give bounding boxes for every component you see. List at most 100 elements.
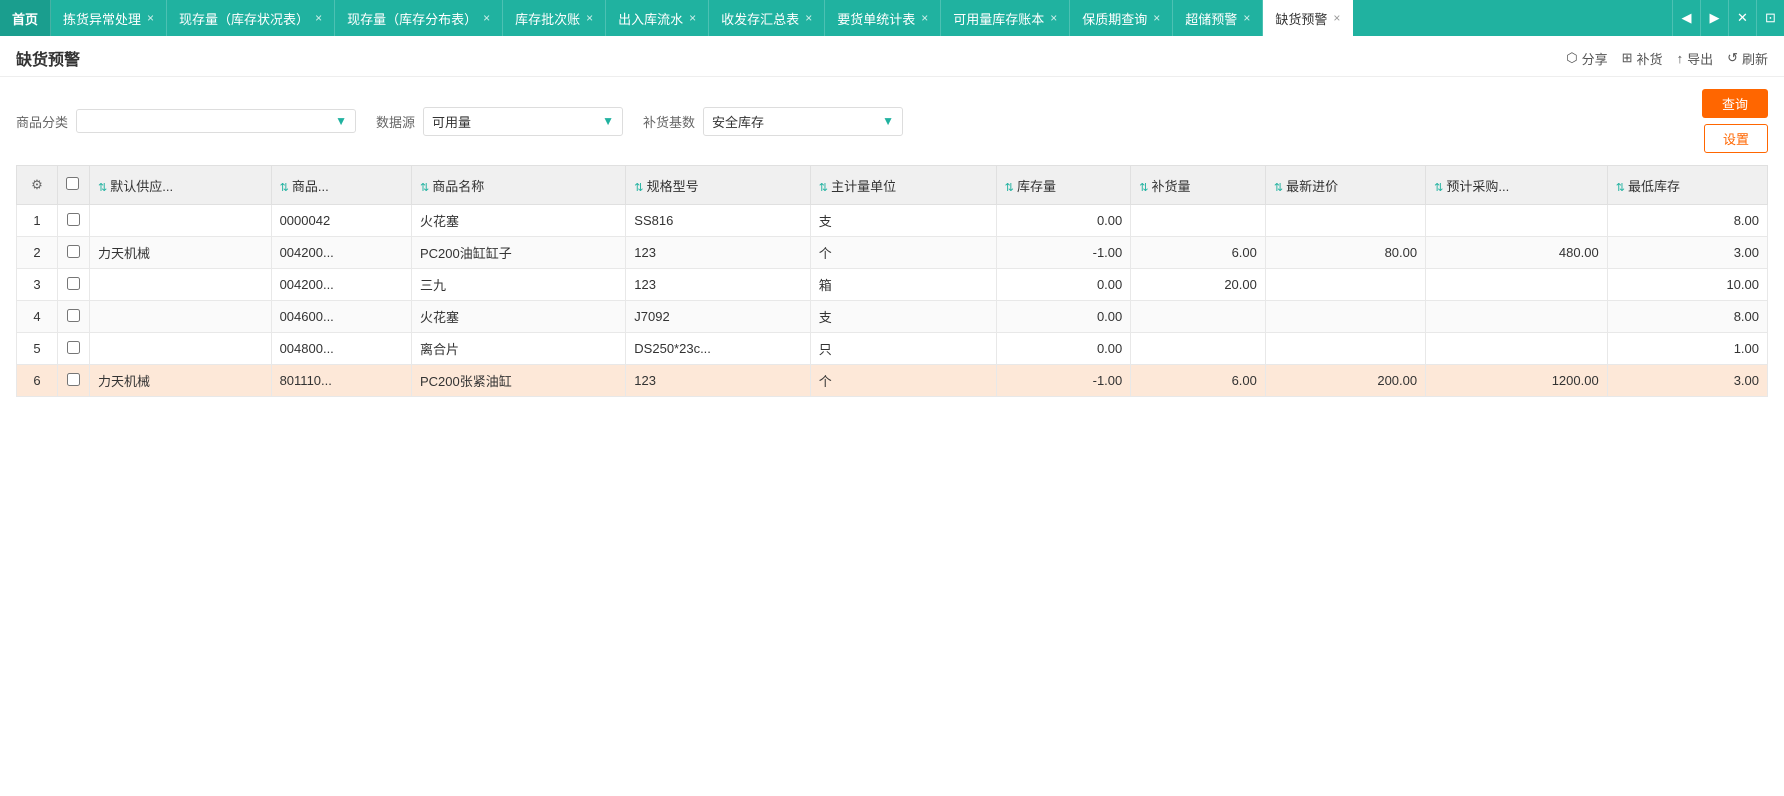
tab-3-close[interactable]: × <box>483 11 490 25</box>
tab-5-close[interactable]: × <box>689 11 696 25</box>
row-checkbox-cell[interactable] <box>58 269 90 301</box>
tab-2-label: 现存量（库存状况表） <box>179 9 309 28</box>
tab-close-all-btn[interactable]: ⊡ <box>1756 0 1784 36</box>
col-supplier-label: 默认供应... <box>110 179 173 194</box>
tab-2-close[interactable]: × <box>315 11 322 25</box>
row-supplier: 力天机械 <box>90 365 272 397</box>
row-stock: 0.00 <box>996 301 1131 333</box>
main-content: 缺货预警 ⬡ 分享 ⊞ 补货 ↑ 导出 ↺ 刷新 商品分类 <box>0 36 1784 796</box>
datasource-value: 可用量 <box>432 112 471 131</box>
select-all-checkbox[interactable] <box>66 177 79 190</box>
tab-9-label: 保质期查询 <box>1082 9 1147 28</box>
row-checkbox[interactable] <box>67 245 80 258</box>
row-checkbox[interactable] <box>67 341 80 354</box>
row-checkbox-cell[interactable] <box>58 205 90 237</box>
tab-2[interactable]: 现存量（库存状况表） × <box>167 0 335 36</box>
col-product-name-label: 商品名称 <box>432 179 484 194</box>
row-product-code: 0000042 <box>271 205 411 237</box>
tab-5[interactable]: 出入库流水 × <box>606 0 709 36</box>
row-product-name: 三九 <box>411 269 625 301</box>
row-index: 3 <box>17 269 58 301</box>
tab-4-close[interactable]: × <box>586 11 593 25</box>
row-stock: -1.00 <box>996 365 1131 397</box>
tab-10-label: 超储预警 <box>1185 9 1237 28</box>
col-supplier: ⇅ 默认供应... <box>90 166 272 205</box>
row-checkbox-cell[interactable] <box>58 333 90 365</box>
refresh-label: 刷新 <box>1742 49 1768 68</box>
tab-3-label: 现存量（库存分布表） <box>347 9 477 28</box>
col-unit-label: 主计量单位 <box>831 179 896 194</box>
row-supplier <box>90 269 272 301</box>
tab-10-close[interactable]: × <box>1243 11 1250 25</box>
replenish-base-label: 补货基数 <box>643 112 695 131</box>
row-replenish <box>1131 301 1266 333</box>
table-row: 2 力天机械 004200... PC200油缸缸子 123 个 -1.00 6… <box>17 237 1768 269</box>
tab-prev-btn[interactable]: ◀ <box>1672 0 1700 36</box>
tab-11[interactable]: 缺货预警 × <box>1263 0 1353 36</box>
tab-nav-group: ◀ ▶ ✕ ⊡ <box>1672 0 1784 36</box>
row-latest-price: 200.00 <box>1265 365 1425 397</box>
tab-11-close[interactable]: × <box>1333 11 1340 25</box>
col-min-stock-label: 最低库存 <box>1628 179 1680 194</box>
row-est-purchase: 1200.00 <box>1426 365 1608 397</box>
tab-6[interactable]: 收发存汇总表 × <box>709 0 825 36</box>
row-min-stock: 1.00 <box>1607 333 1767 365</box>
row-min-stock: 8.00 <box>1607 205 1767 237</box>
tab-close-current-btn[interactable]: ✕ <box>1728 0 1756 36</box>
tab-6-close[interactable]: × <box>805 11 812 25</box>
sort-icon7: ⇅ <box>1139 182 1151 194</box>
gear-icon[interactable]: ⚙ <box>25 173 49 197</box>
tab-3[interactable]: 现存量（库存分布表） × <box>335 0 503 36</box>
tab-9[interactable]: 保质期查询 × <box>1070 0 1173 36</box>
row-min-stock: 3.00 <box>1607 365 1767 397</box>
replenish-base-value: 安全库存 <box>712 112 764 131</box>
row-checkbox-cell[interactable] <box>58 301 90 333</box>
row-supplier: 力天机械 <box>90 237 272 269</box>
tab-10[interactable]: 超储预警 × <box>1173 0 1263 36</box>
col-latest-price-label: 最新进价 <box>1286 179 1338 194</box>
datasource-select[interactable]: 可用量 ▼ <box>423 107 623 136</box>
row-checkbox[interactable] <box>67 373 80 386</box>
row-checkbox[interactable] <box>67 277 80 290</box>
col-unit: ⇅ 主计量单位 <box>810 166 996 205</box>
category-select[interactable]: ▼ <box>76 109 356 133</box>
row-est-purchase <box>1426 333 1608 365</box>
sort-icon6: ⇅ <box>1005 182 1017 194</box>
col-settings: ⚙ <box>17 166 58 205</box>
tab-bar: 首页 拣货异常处理 × 现存量（库存状况表） × 现存量（库存分布表） × 库存… <box>0 0 1784 36</box>
row-product-name: PC200张紧油缸 <box>411 365 625 397</box>
row-unit: 支 <box>810 301 996 333</box>
row-checkbox[interactable] <box>67 213 80 226</box>
row-checkbox-cell[interactable] <box>58 365 90 397</box>
export-button[interactable]: ↑ 导出 <box>1677 49 1714 68</box>
share-button[interactable]: ⬡ 分享 <box>1566 49 1607 68</box>
tab-next-btn[interactable]: ▶ <box>1700 0 1728 36</box>
row-checkbox-cell[interactable] <box>58 237 90 269</box>
tab-7-close[interactable]: × <box>921 11 928 25</box>
tab-7[interactable]: 要货单统计表 × <box>825 0 941 36</box>
page-header: 缺货预警 ⬡ 分享 ⊞ 补货 ↑ 导出 ↺ 刷新 <box>0 36 1784 77</box>
row-stock: 0.00 <box>996 333 1131 365</box>
tab-8-close[interactable]: × <box>1050 11 1057 25</box>
settings-button[interactable]: 设置 <box>1704 124 1768 153</box>
tab-8[interactable]: 可用量库存账本 × <box>941 0 1070 36</box>
query-button[interactable]: 查询 <box>1702 89 1768 118</box>
row-spec: 123 <box>626 365 811 397</box>
tab-4[interactable]: 库存批次账 × <box>503 0 606 36</box>
row-checkbox[interactable] <box>67 309 80 322</box>
replenish-base-select[interactable]: 安全库存 ▼ <box>703 107 903 136</box>
row-unit: 个 <box>810 237 996 269</box>
tab-home[interactable]: 首页 <box>0 0 51 36</box>
tab-8-label: 可用量库存账本 <box>953 9 1044 28</box>
tab-1-close[interactable]: × <box>147 11 154 25</box>
col-min-stock: ⇅ 最低库存 <box>1607 166 1767 205</box>
col-product-name: ⇅ 商品名称 <box>411 166 625 205</box>
col-replenish-label: 补货量 <box>1152 179 1191 194</box>
refresh-button[interactable]: ↺ 刷新 <box>1727 49 1768 68</box>
col-product-code-label: 商品... <box>292 179 329 194</box>
tab-11-label: 缺货预警 <box>1275 9 1327 28</box>
tab-9-close[interactable]: × <box>1153 11 1160 25</box>
tab-1[interactable]: 拣货异常处理 × <box>51 0 167 36</box>
replenish-button[interactable]: ⊞ 补货 <box>1622 49 1663 68</box>
sort-icon10: ⇅ <box>1616 182 1628 194</box>
